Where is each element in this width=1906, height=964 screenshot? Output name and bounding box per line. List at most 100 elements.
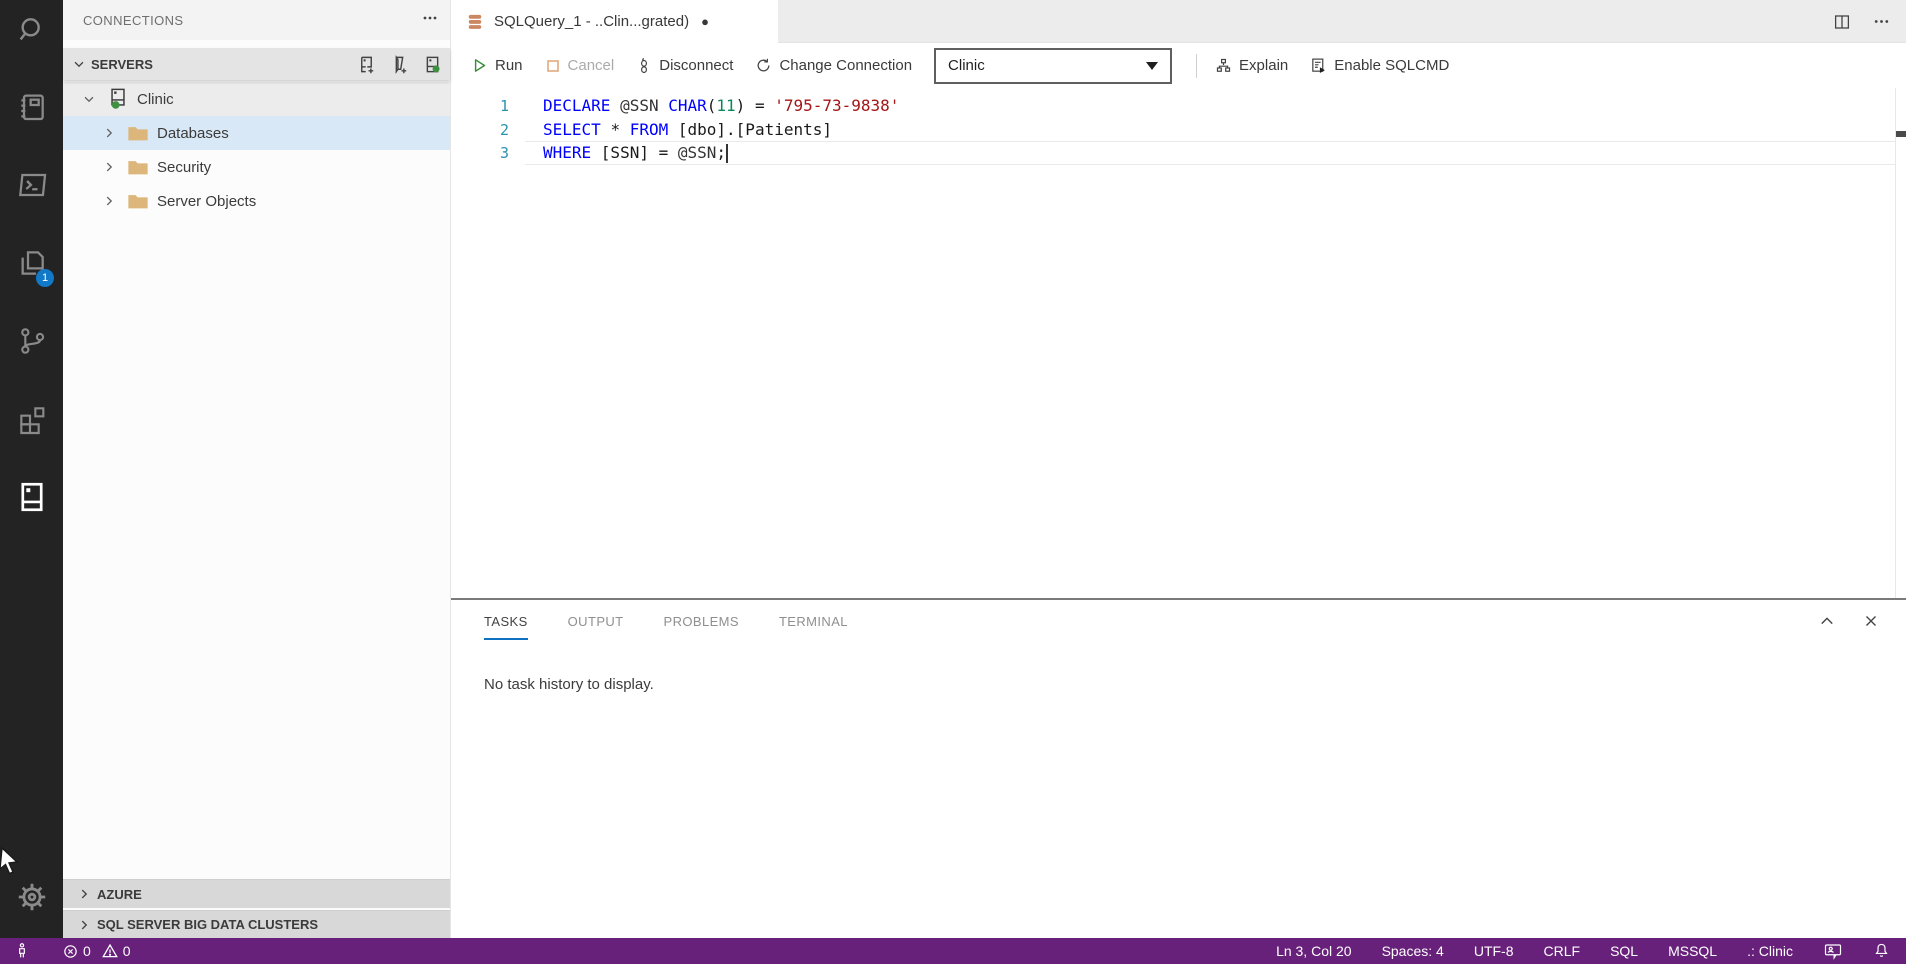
terminal-icon[interactable] [0, 155, 63, 215]
code-token: '795-73-9838' [774, 96, 899, 115]
tree-item-label: Server Objects [157, 193, 256, 210]
chevron-right-icon[interactable] [101, 160, 117, 174]
problems-indicator[interactable]: 0 0 [62, 942, 131, 960]
provider[interactable]: MSSQL [1668, 943, 1717, 959]
tab-title: SQLQuery_1 - ..Clin...grated) [494, 13, 689, 30]
server-icon [107, 87, 129, 111]
code-token: 11 [716, 96, 735, 115]
code-token: ) [736, 96, 755, 115]
dirty-indicator-icon[interactable]: ● [701, 14, 709, 29]
line-number: 3 [469, 141, 509, 165]
azure-section-header[interactable]: AZURE [63, 879, 450, 908]
code-token: @SSN [678, 143, 717, 162]
code-token: [SSN] = [601, 143, 678, 162]
tree-item-databases[interactable]: Databases [63, 116, 450, 150]
gear-icon[interactable] [0, 867, 63, 927]
task-history-icon[interactable]: 1 [0, 233, 63, 293]
code-token: * [610, 120, 629, 139]
run-button[interactable]: Run [471, 57, 523, 74]
chevron-down-icon [71, 57, 87, 71]
eol-sequence[interactable]: CRLF [1544, 943, 1581, 959]
more-actions-icon[interactable] [1873, 13, 1890, 30]
run-icon [471, 57, 488, 74]
chevron-right-icon[interactable] [101, 194, 117, 208]
code-editor[interactable]: 1 2 3 DECLARE @SSN CHAR(11) = '795-73-98… [451, 88, 1906, 598]
code-token: FROM [630, 120, 678, 139]
source-control-icon[interactable] [0, 311, 63, 371]
dropdown-arrow-icon [1146, 62, 1158, 70]
panel-tab-output[interactable]: OUTPUT [568, 614, 624, 640]
toolbar-separator [1196, 54, 1197, 78]
error-icon [62, 943, 79, 960]
feedback-icon[interactable] [1823, 942, 1843, 960]
panel-tab-tasks[interactable]: TASKS [484, 614, 528, 640]
chevron-right-icon[interactable] [101, 126, 117, 140]
language-mode[interactable]: SQL [1610, 943, 1638, 959]
close-panel-icon[interactable] [1862, 612, 1880, 630]
bottom-panel: TASKS OUTPUT PROBLEMS TERMINAL No task h… [451, 598, 1906, 938]
new-connection-icon[interactable] [357, 55, 376, 74]
enable-sqlcmd-icon [1310, 57, 1327, 74]
cursor-position[interactable]: Ln 3, Col 20 [1276, 943, 1352, 959]
current-line-highlight [525, 141, 1896, 165]
chevron-right-icon [77, 918, 91, 932]
tree-item-clinic[interactable]: Clinic [63, 82, 450, 116]
database-dropdown[interactable]: Clinic [934, 48, 1172, 84]
big-data-clusters-section-header[interactable]: SQL SERVER BIG DATA CLUSTERS [63, 910, 450, 938]
more-actions-icon[interactable] [422, 10, 438, 31]
code-token: [dbo].[Patients] [678, 120, 832, 139]
line-number: 1 [469, 94, 509, 118]
code-line-3: WHERE [SSN] = @SSN; [543, 141, 726, 165]
new-server-group-icon[interactable] [390, 55, 409, 74]
change-connection-button[interactable]: Change Connection [755, 57, 912, 74]
tree-item-label: Clinic [137, 91, 174, 108]
database-icon [465, 12, 485, 32]
overview-ruler [1895, 88, 1896, 598]
explain-button[interactable]: Explain [1215, 57, 1288, 74]
panel-tab-terminal[interactable]: TERMINAL [779, 614, 848, 640]
encoding[interactable]: UTF-8 [1474, 943, 1514, 959]
split-editor-icon[interactable] [1833, 13, 1851, 31]
disconnect-icon [636, 57, 652, 75]
panel-tab-problems[interactable]: PROBLEMS [664, 614, 739, 640]
tree-item-server-objects[interactable]: Server Objects [63, 184, 450, 218]
servers-label: SERVERS [91, 57, 153, 72]
panel-empty-message: No task history to display. [484, 676, 654, 693]
notebook-icon[interactable] [0, 77, 63, 137]
explain-icon [1215, 57, 1232, 74]
disconnect-button[interactable]: Disconnect [636, 57, 733, 75]
cancel-icon [545, 58, 561, 74]
folder-icon [127, 192, 149, 211]
search-icon[interactable] [0, 0, 63, 60]
chevron-right-icon [77, 887, 91, 901]
active-connections-icon[interactable] [423, 55, 442, 74]
tab-sqlquery1[interactable]: SQLQuery_1 - ..Clin...grated) ● [451, 0, 778, 43]
notifications-bell-icon[interactable] [1873, 942, 1890, 960]
code-token: = [755, 96, 774, 115]
extensions-icon[interactable] [0, 389, 63, 449]
servers-section-header[interactable]: SERVERS [63, 48, 450, 80]
tree-item-label: Databases [157, 125, 229, 142]
code-token: CHAR [668, 96, 707, 115]
sidebar-title: CONNECTIONS [83, 13, 183, 28]
indentation[interactable]: Spaces: 4 [1382, 943, 1444, 959]
database-dropdown-value: Clinic [948, 57, 985, 74]
maximize-panel-icon[interactable] [1818, 612, 1836, 630]
connections-titlebar: CONNECTIONS [63, 0, 450, 40]
cancel-button[interactable]: Cancel [545, 57, 615, 74]
code-line-2: SELECT * FROM [dbo].[Patients] [543, 118, 832, 142]
change-connection-icon [755, 57, 772, 74]
connections-icon[interactable] [0, 467, 63, 527]
sidebar: CONNECTIONS SERVERS [63, 0, 451, 938]
accessibility-icon[interactable] [14, 942, 30, 960]
error-count: 0 [83, 943, 91, 959]
editor-group: SQLQuery_1 - ..Clin...grated) ● Run Canc… [451, 0, 1906, 938]
enable-sqlcmd-button[interactable]: Enable SQLCMD [1310, 57, 1449, 74]
activity-bar: 1 [0, 0, 63, 938]
activity-badge: 1 [36, 269, 54, 287]
connection-status[interactable]: .: Clinic [1747, 943, 1793, 959]
chevron-down-icon[interactable] [81, 92, 97, 106]
line-number: 2 [469, 118, 509, 142]
tree-item-security[interactable]: Security [63, 150, 450, 184]
status-bar: 0 0 Ln 3, Col 20 Spaces: 4 UTF-8 CRLF SQ… [0, 938, 1906, 964]
